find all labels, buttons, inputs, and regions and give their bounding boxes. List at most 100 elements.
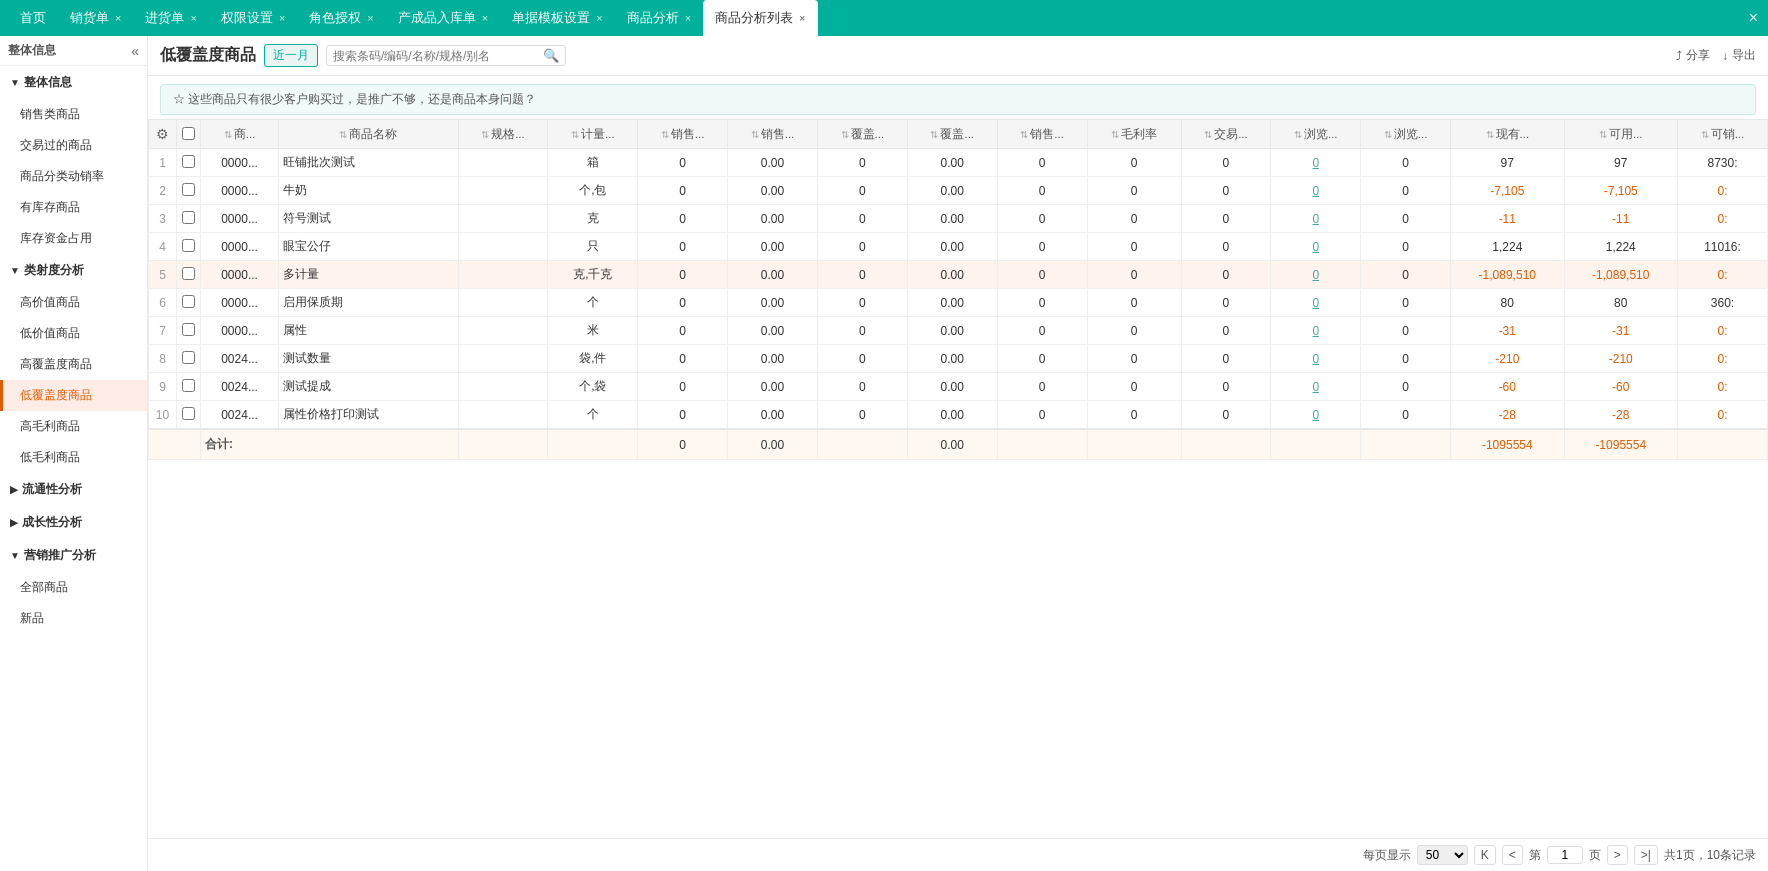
table-row: 3 0000... 符号测试 克 0 0.00 0 0.00 0 0 0 0 0… [149,205,1768,233]
row-spec [458,373,548,401]
search-icon: 🔍 [543,48,559,63]
sidebar-section-label: 成长性分析 [22,514,82,531]
row-trade: 0 [1181,345,1271,373]
row-checkbox[interactable] [182,295,195,308]
nav-close-icon[interactable]: × [115,12,121,24]
row-checkbox[interactable] [182,211,195,224]
nav-close-icon[interactable]: × [596,12,602,24]
row-checkbox-cell[interactable] [177,149,201,177]
sidebar-section-label: 整体信息 [24,74,72,91]
row-checkbox[interactable] [182,351,195,364]
search-input[interactable] [333,49,543,63]
row-current: 1,224 [1451,233,1564,261]
sidebar-item-high-gross[interactable]: 高毛利商品 [0,411,147,442]
row-browse1[interactable]: 0 [1271,289,1361,317]
sidebar-section-growth[interactable]: ▶ 成长性分析 [0,506,147,539]
select-all-checkbox[interactable] [182,127,195,140]
row-checkbox[interactable] [182,183,195,196]
nav-permissions[interactable]: 权限设置 × [209,0,297,36]
nav-close-icon[interactable]: × [367,12,373,24]
sidebar-item-in-stock[interactable]: 有库存商品 [0,192,147,223]
first-page-button[interactable]: K [1474,845,1496,865]
sidebar-item-category-rate[interactable]: 商品分类动销率 [0,161,147,192]
col-gear[interactable]: ⚙ [149,120,177,149]
row-checkbox[interactable] [182,407,195,420]
nav-goods-analysis[interactable]: 商品分析 × [615,0,703,36]
row-checkbox[interactable] [182,267,195,280]
nav-close-icon[interactable]: × [279,12,285,24]
content-header: 低覆盖度商品 近一月 🔍 ⤴ 分享 ↓ 导出 [148,36,1768,76]
row-browse1[interactable]: 0 [1271,205,1361,233]
time-filter-recent-month[interactable]: 近一月 [264,44,318,67]
nav-home[interactable]: 首页 [8,0,58,36]
row-current: -31 [1451,317,1564,345]
row-checkbox[interactable] [182,379,195,392]
nav-close-icon[interactable]: × [190,12,196,24]
sidebar-item-sales-goods[interactable]: 销售类商品 [0,99,147,130]
table-wrapper[interactable]: ⚙ ⇅商... ⇅商品名称 ⇅规格... ⇅计量... ⇅销售... ⇅销售..… [148,119,1768,838]
row-browse1[interactable]: 0 [1271,261,1361,289]
row-checkbox[interactable] [182,155,195,168]
row-checkbox-cell[interactable] [177,177,201,205]
row-browse1[interactable]: 0 [1271,373,1361,401]
row-checkbox[interactable] [182,239,195,252]
last-page-button[interactable]: >| [1634,845,1658,865]
row-browse1[interactable]: 0 [1271,149,1361,177]
sidebar-item-new-goods[interactable]: 新品 [0,603,147,634]
per-page-select[interactable]: 50 100 200 [1417,845,1468,865]
sidebar-item-stock-funds[interactable]: 库存资金占用 [0,223,147,254]
sidebar-item-all-goods[interactable]: 全部商品 [0,572,147,603]
row-checkbox-cell[interactable] [177,233,201,261]
page-number-input[interactable] [1547,846,1583,864]
row-checkbox-cell[interactable] [177,205,201,233]
sidebar-item-high-value[interactable]: 高价值商品 [0,287,147,318]
share-button[interactable]: ⤴ 分享 [1676,47,1710,64]
row-name: 属性价格打印测试 [279,401,458,430]
export-button[interactable]: ↓ 导出 [1722,47,1756,64]
sidebar-item-low-coverage[interactable]: 低覆盖度商品 [0,380,147,411]
window-close-button[interactable]: × [1749,9,1758,27]
row-checkbox-cell[interactable] [177,317,201,345]
row-browse1[interactable]: 0 [1271,401,1361,430]
gear-icon[interactable]: ⚙ [156,126,169,142]
next-page-button[interactable]: > [1607,845,1628,865]
nav-close-icon[interactable]: × [482,12,488,24]
row-browse1[interactable]: 0 [1271,345,1361,373]
row-browse1[interactable]: 0 [1271,233,1361,261]
total-saleable [1677,429,1767,460]
sidebar-section-coverage[interactable]: ▼ 类射度分析 [0,254,147,287]
sidebar-item-traded-goods[interactable]: 交易过的商品 [0,130,147,161]
nav-goods-analysis-list[interactable]: 商品分析列表 × [703,0,817,36]
sidebar-item-low-value[interactable]: 低价值商品 [0,318,147,349]
sidebar-section-overall[interactable]: ▼ 整体信息 [0,66,147,99]
prev-page-button[interactable]: < [1502,845,1523,865]
table-row: 6 0000... 启用保质期 个 0 0.00 0 0.00 0 0 0 0 … [149,289,1768,317]
row-checkbox[interactable] [182,323,195,336]
nav-purchase-order[interactable]: 进货单 × [133,0,208,36]
row-browse2: 0 [1361,317,1451,345]
nav-template-setting[interactable]: 单据模板设置 × [500,0,614,36]
sidebar-section-flow[interactable]: ▶ 流通性分析 [0,473,147,506]
row-sales2: 0.00 [728,317,818,345]
nav-close-icon[interactable]: × [685,12,691,24]
row-checkbox-cell[interactable] [177,289,201,317]
row-num: 10 [149,401,177,430]
row-browse2: 0 [1361,289,1451,317]
row-checkbox-cell[interactable] [177,401,201,430]
sidebar-item-low-gross[interactable]: 低毛利商品 [0,442,147,473]
nav-sales-order[interactable]: 销货单 × [58,0,133,36]
row-checkbox-cell[interactable] [177,261,201,289]
sidebar-collapse-button[interactable]: « [131,43,139,59]
row-browse1[interactable]: 0 [1271,317,1361,345]
sidebar-section-marketing[interactable]: ▼ 营销推广分析 [0,539,147,572]
nav-product-warehouse[interactable]: 产成品入库单 × [386,0,500,36]
row-browse1[interactable]: 0 [1271,177,1361,205]
row-checkbox-cell[interactable] [177,345,201,373]
nav-role-auth[interactable]: 角色授权 × [297,0,385,36]
sidebar-section-label: 流通性分析 [22,481,82,498]
nav-close-icon[interactable]: × [799,12,805,24]
pagination-bar: 每页显示 50 100 200 K < 第 页 > >| 共1页，10条记录 [148,838,1768,871]
sidebar-item-high-coverage[interactable]: 高覆盖度商品 [0,349,147,380]
row-checkbox-cell[interactable] [177,373,201,401]
total-sales1: 0 [638,429,728,460]
